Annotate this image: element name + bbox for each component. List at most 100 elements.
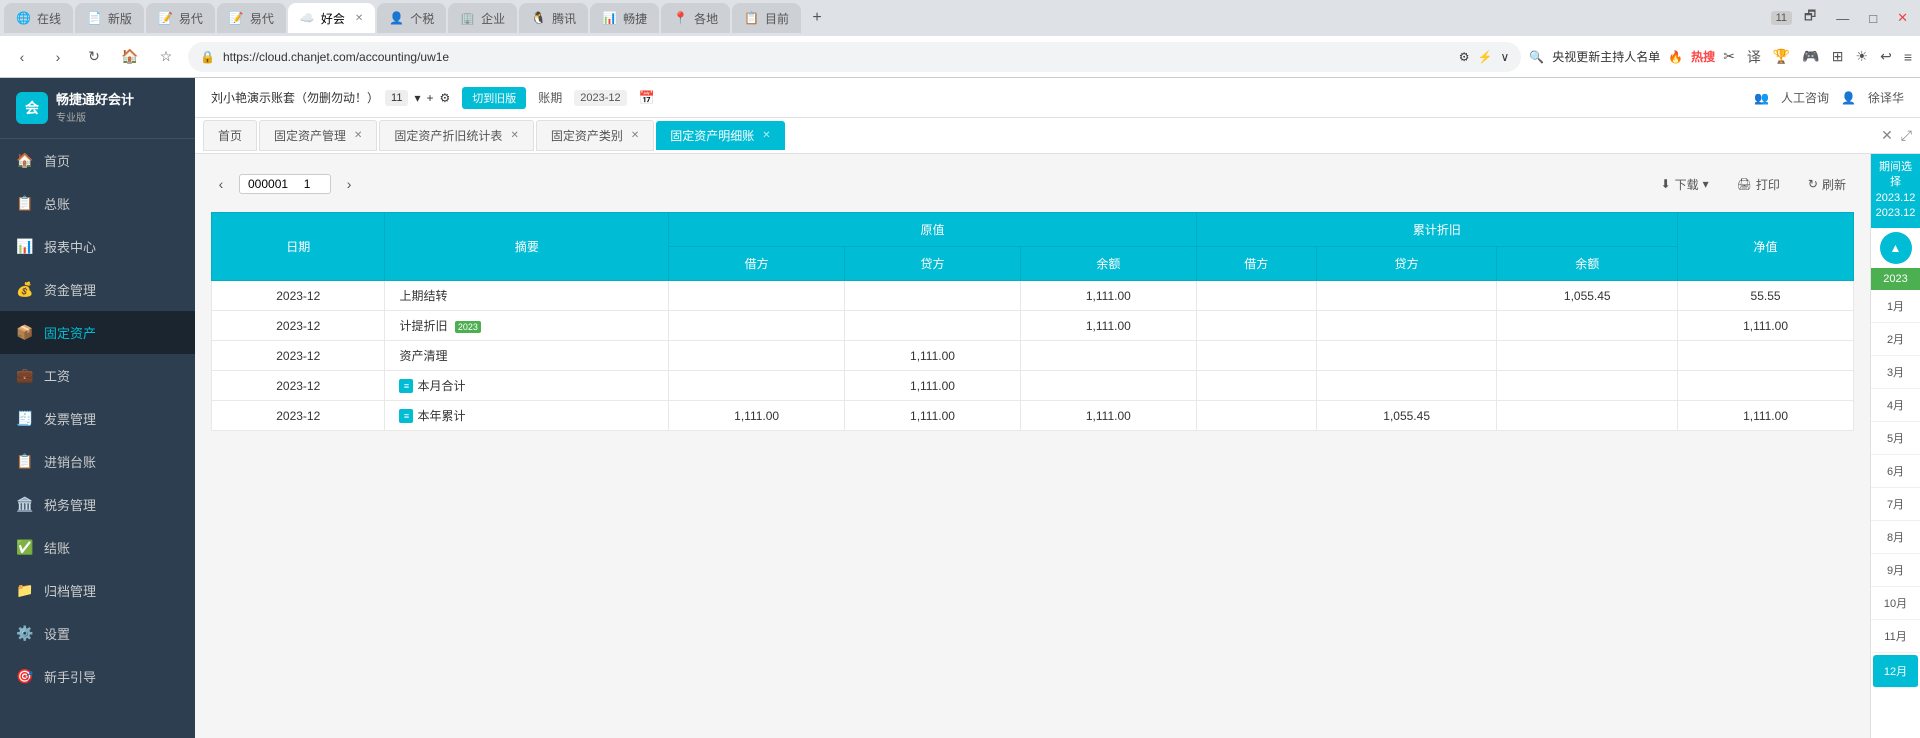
customer-service-icon: 👥 [1754, 91, 1769, 105]
url-bar[interactable]: 🔒 https://cloud.chanjet.com/accounting/u… [188, 42, 1521, 72]
sidebar-item-guide[interactable]: 🎯 新手引导 [0, 655, 195, 698]
reload-button[interactable]: ↻ [80, 43, 108, 71]
close-tab-icon[interactable]: ✕ [354, 130, 362, 141]
dropdown-icon[interactable]: ▾ [414, 91, 420, 105]
browser-tab-new[interactable]: 📄 新版 [75, 3, 144, 33]
grid-icon[interactable]: ⊞ [1832, 48, 1844, 65]
new-tab-button[interactable]: + [803, 4, 831, 32]
print-button[interactable]: 🖨 打印 [1729, 172, 1788, 197]
close-panel-icon[interactable]: ✕ [1881, 127, 1893, 144]
forward-button[interactable]: › [44, 43, 72, 71]
sidebar-item-invoices[interactable]: 🧾 发票管理 [0, 397, 195, 440]
th-accum-balance: 余额 [1497, 247, 1678, 281]
th-net-value: 净值 [1678, 213, 1854, 281]
brightness-icon[interactable]: ☀ [1856, 48, 1869, 65]
period-month-item[interactable]: 10月 [1871, 587, 1920, 620]
browser-tab-muqian[interactable]: 📋 目前 [732, 3, 801, 33]
period-month-item[interactable]: 4月 [1871, 389, 1920, 422]
scroll-up-button[interactable]: ▲ [1880, 232, 1912, 264]
cell-summary: 资产清理 [385, 341, 669, 371]
ledger-toolbar: ‹ 000001 › ⬇ 下载 ▾ 🖨 打印 [211, 166, 1854, 202]
sidebar-item-payroll[interactable]: 💼 工资 [0, 354, 195, 397]
bookmark-button[interactable]: ☆ [152, 43, 180, 71]
customer-service-label[interactable]: 人工咨询 [1781, 89, 1829, 106]
payroll-icon: 💼 [16, 367, 34, 385]
period-month-item[interactable]: 5月 [1871, 422, 1920, 455]
add-icon[interactable]: + [426, 91, 433, 105]
sidebar-item-funds[interactable]: 💰 资金管理 [0, 268, 195, 311]
period-month-item[interactable]: 2月 [1871, 323, 1920, 356]
sidebar-item-home[interactable]: 🏠 首页 [0, 139, 195, 182]
menu-icon[interactable]: ≡ [1904, 49, 1912, 65]
browser-tab-gedi[interactable]: 📍 各地 [661, 3, 730, 33]
reward-icon[interactable]: 🏆 [1773, 48, 1790, 65]
close-icon[interactable]: ✕ [355, 13, 363, 24]
browser-tab-tencent[interactable]: 🐧 腾讯 [519, 3, 588, 33]
close-tab-icon[interactable]: ✕ [631, 130, 639, 141]
period-month-item[interactable]: 6月 [1871, 455, 1920, 488]
cell-orig-credit: 1,111.00 [845, 371, 1021, 401]
period-month-item[interactable]: 9月 [1871, 554, 1920, 587]
home-button[interactable]: 🏠 [116, 43, 144, 71]
close-window-icon[interactable]: ✕ [1889, 6, 1916, 30]
sidebar-item-purchase-sale[interactable]: 📋 进销台账 [0, 440, 195, 483]
main-content: 刘小艳演示账套（勿删勿动！） 11 ▾ + ⚙ 切到旧版 账期 2023-12 … [195, 78, 1920, 738]
period-month-item[interactable]: 3月 [1871, 356, 1920, 389]
close-period-icon: ✅ [16, 539, 34, 557]
sidebar-item-archive[interactable]: 📁 归档管理 [0, 569, 195, 612]
refresh-button[interactable]: ↻ 刷新 [1800, 172, 1854, 197]
download-button[interactable]: ⬇ 下载 ▾ [1653, 172, 1717, 197]
cut-icon[interactable]: ✂ [1723, 48, 1735, 65]
tab-asset-mgmt[interactable]: 固定资产管理 ✕ [259, 120, 377, 151]
cell-accum-balance [1497, 311, 1678, 341]
translate-icon[interactable]: 译 [1747, 47, 1761, 67]
sidebar-item-reports[interactable]: 📊 报表中心 [0, 225, 195, 268]
next-page-button[interactable]: › [339, 174, 359, 194]
sidebar-item-fixed-assets[interactable]: 📦 固定资产 [0, 311, 195, 354]
period-year[interactable]: 2023 [1871, 268, 1920, 290]
browser-tab-enterprise[interactable]: 🏢 企业 [448, 3, 517, 33]
cell-orig-credit [845, 311, 1021, 341]
period-month-item[interactable]: 7月 [1871, 488, 1920, 521]
calendar-icon[interactable]: 📅 [639, 90, 655, 106]
game-icon[interactable]: 🎮 [1802, 48, 1819, 65]
period-month-item[interactable]: 12月 [1873, 655, 1918, 688]
dropdown-icon[interactable]: ∨ [1500, 50, 1509, 64]
maximize-icon[interactable]: □ [1861, 7, 1885, 30]
browser-tab-yidai1[interactable]: 📝 易代 [146, 3, 215, 33]
period-month-item[interactable]: 11月 [1871, 620, 1920, 653]
tab-asset-detail[interactable]: 固定资产明细账 ✕ [656, 121, 784, 150]
th-accum-debit: 借方 [1196, 247, 1316, 281]
page-number-input[interactable] [292, 177, 322, 191]
sidebar-item-close[interactable]: ✅ 结账 [0, 526, 195, 569]
period-month-item[interactable]: 8月 [1871, 521, 1920, 554]
search-icon[interactable]: 🔍 [1529, 50, 1544, 64]
sidebar-item-settings[interactable]: ⚙️ 设置 [0, 612, 195, 655]
sidebar-nav: 🏠 首页 📋 总账 📊 报表中心 💰 资金管理 📦 固定资产 💼 工资 [0, 139, 195, 738]
undo-icon[interactable]: ↩ [1880, 48, 1892, 65]
restore-window-icon[interactable]: 🗗 [1796, 3, 1824, 33]
browser-tab-online[interactable]: 🌐 在线 [4, 3, 73, 33]
browser-tab-yidai2[interactable]: 📝 易代 [217, 3, 286, 33]
tab-favicon: 👤 [389, 11, 404, 25]
sidebar-item-ledger[interactable]: 📋 总账 [0, 182, 195, 225]
browser-tab-geshui[interactable]: 👤 个税 [377, 3, 446, 33]
close-tab-icon[interactable]: ✕ [762, 130, 770, 141]
close-tab-icon[interactable]: ✕ [510, 130, 518, 141]
browser-tab-changjie[interactable]: 📊 畅捷 [590, 3, 659, 33]
tab-depreciation-stat[interactable]: 固定资产折旧统计表 ✕ [379, 120, 533, 151]
settings-circle-icon[interactable]: ⚙ [439, 91, 450, 105]
lightning-icon[interactable]: ⚡ [1478, 50, 1493, 64]
sidebar-item-tax[interactable]: 🏛️ 税务管理 [0, 483, 195, 526]
tab-asset-category[interactable]: 固定资产类别 ✕ [536, 120, 654, 151]
tab-home[interactable]: 首页 [203, 120, 257, 151]
back-button[interactable]: ‹ [8, 43, 36, 71]
browser-chrome: 🌐 在线 📄 新版 📝 易代 📝 易代 ☁️ 好会 ✕ 👤 个税 🏢 企业 [0, 0, 1920, 78]
settings-icon[interactable]: ⚙ [1459, 50, 1470, 64]
maximize-panel-icon[interactable]: ⤢ [1901, 127, 1912, 144]
browser-tab-haohui[interactable]: ☁️ 好会 ✕ [288, 3, 375, 33]
period-month-item[interactable]: 1月 [1871, 290, 1920, 323]
switch-version-button[interactable]: 切到旧版 [462, 87, 526, 109]
prev-page-button[interactable]: ‹ [211, 174, 231, 194]
minimize-icon[interactable]: — [1828, 7, 1857, 30]
